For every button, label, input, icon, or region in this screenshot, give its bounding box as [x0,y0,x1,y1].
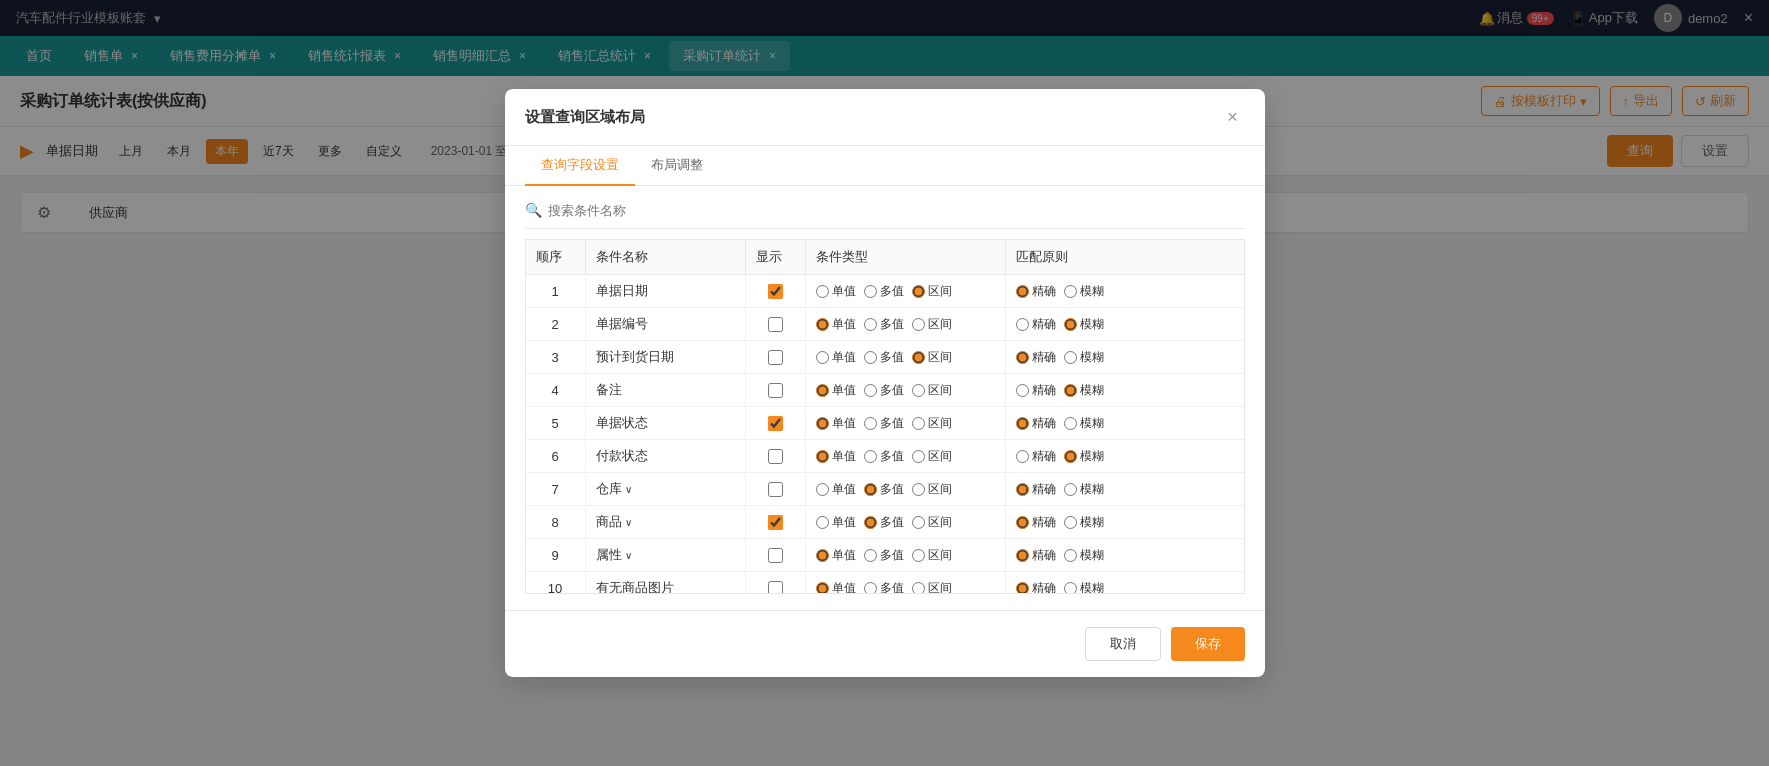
conditions-table: 顺序 条件名称 显示 条件类型 匹配原则 1 单据日期 [525,239,1245,250]
col-type: 条件类型 [806,240,1006,250]
modal-title: 设置查询区域布局 [525,108,645,127]
modal-header: 设置查询区域布局 × [505,89,1265,146]
modal-search-area: 🔍 [525,202,1245,229]
search-icon: 🔍 [525,202,542,218]
settings-modal: 设置查询区域布局 × 查询字段设置 布局调整 🔍 顺序 条件名称 [505,89,1265,250]
modal-close-button[interactable]: × [1221,105,1245,129]
col-order: 顺序 [526,240,586,250]
col-name: 条件名称 [586,240,746,250]
table-header-row: 顺序 条件名称 显示 条件类型 匹配原则 [525,239,1245,250]
col-display: 显示 [746,240,806,250]
modal-tabs: 查询字段设置 布局调整 [505,146,1265,186]
col-match: 匹配原则 [1006,240,1206,250]
condition-search-input[interactable] [548,203,1245,218]
modal-overlay: 设置查询区域布局 × 查询字段设置 布局调整 🔍 顺序 条件名称 [0,0,1769,250]
modal-body: 🔍 顺序 条件名称 显示 条件类型 匹配原则 1 单据日期 [505,186,1265,250]
tab-query-fields[interactable]: 查询字段设置 [525,146,635,186]
tab-layout[interactable]: 布局调整 [635,146,719,186]
